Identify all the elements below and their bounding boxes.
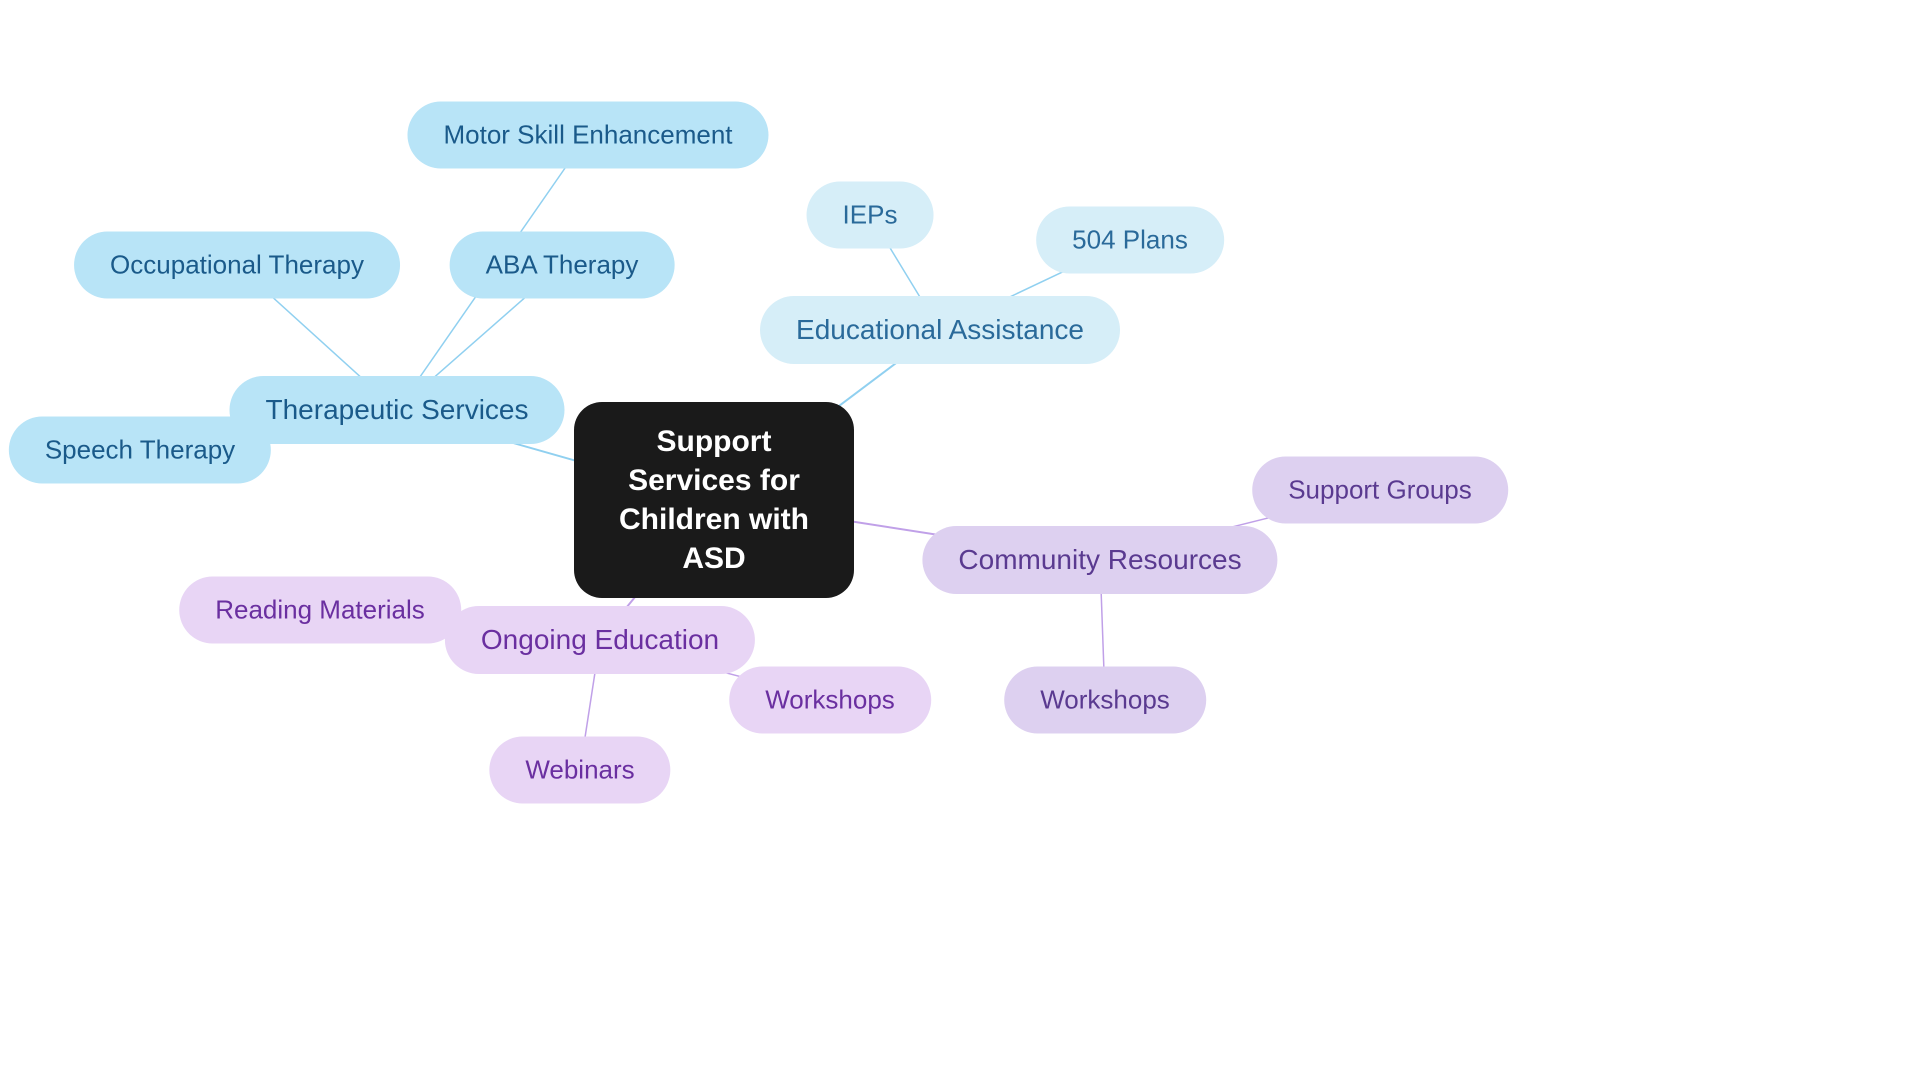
workshops-ongoing-node: Workshops [729,667,931,734]
educational-assistance-node: Educational Assistance [760,296,1120,364]
center-node: Support Services for Children with ASD [574,402,854,598]
therapeutic-services-node: Therapeutic Services [229,376,564,444]
504-plans-node: 504 Plans [1036,207,1224,274]
community-resources-node: Community Resources [922,526,1277,594]
ongoing-education-node: Ongoing Education [445,606,755,674]
support-groups-node: Support Groups [1252,457,1508,524]
speech-therapy-node: Speech Therapy [9,417,271,484]
webinars-node: Webinars [489,737,670,804]
ieps-node: IEPs [807,182,934,249]
motor-skill-enhancement-node: Motor Skill Enhancement [407,102,768,169]
workshops-community-node: Workshops [1004,667,1206,734]
aba-therapy-node: ABA Therapy [450,232,675,299]
occupational-therapy-node: Occupational Therapy [74,232,400,299]
reading-materials-node: Reading Materials [179,577,461,644]
